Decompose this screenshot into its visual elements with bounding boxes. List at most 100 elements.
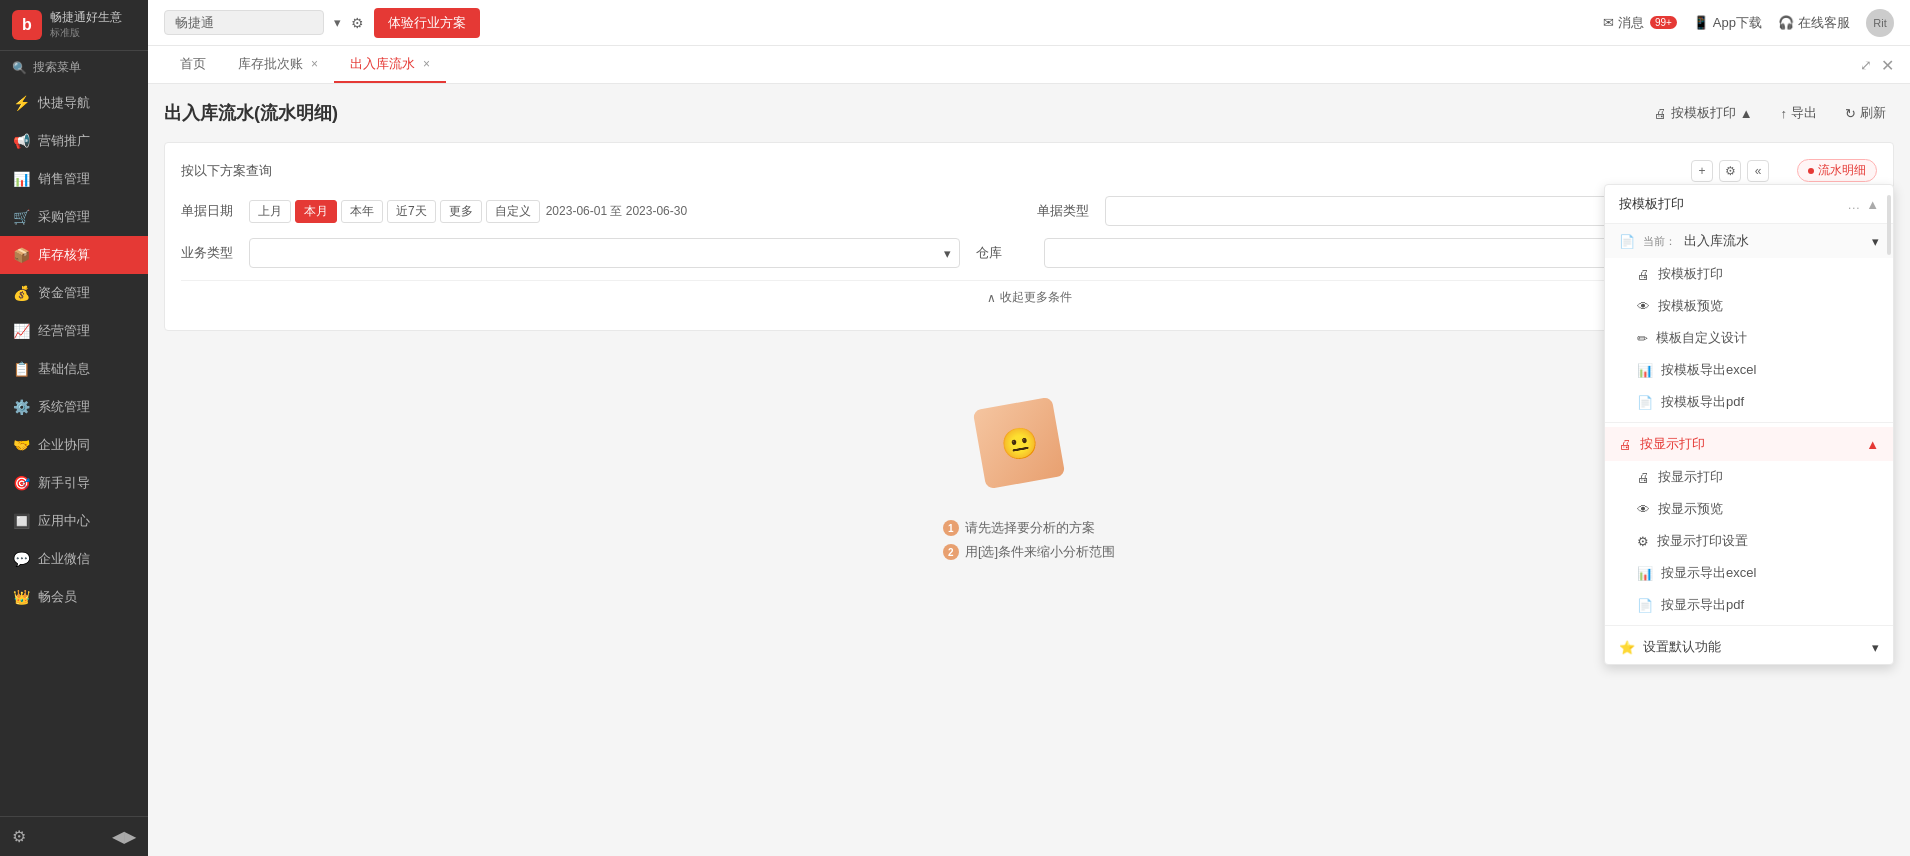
- template-export-excel-label: 按模板导出excel: [1661, 361, 1756, 379]
- chevron-up-icon: ∧: [987, 291, 996, 305]
- sidebar-item-purchase[interactable]: 🛒 采购管理: [0, 198, 148, 236]
- tabs-expand-icon[interactable]: ⤢: [1860, 57, 1872, 73]
- date-range-text: 2023-06-01 至 2023-06-30: [546, 203, 687, 220]
- display-print-header-icon: 🖨: [1619, 437, 1632, 452]
- sidebar-item-finance[interactable]: 💰 资金管理: [0, 274, 148, 312]
- sidebar-label-purchase: 采购管理: [38, 208, 90, 226]
- filter-settings-btn[interactable]: ⚙: [1719, 160, 1741, 182]
- sidebar-item-quick-nav[interactable]: ⚡ 快捷导航: [0, 84, 148, 122]
- dropdown-template-export-pdf[interactable]: 📄 按模板导出pdf: [1605, 386, 1893, 418]
- current-dropdown-arrow[interactable]: ▾: [1872, 234, 1879, 249]
- empty-face-icon: 😐: [998, 423, 1041, 464]
- refresh-icon: ↻: [1845, 106, 1856, 121]
- date-quick-this-month[interactable]: 本月: [295, 200, 337, 223]
- template-excel-icon: 📊: [1637, 363, 1653, 378]
- tab-batch-close[interactable]: ×: [311, 57, 318, 71]
- dropdown-template-preview[interactable]: 👁 按模板预览: [1605, 290, 1893, 322]
- date-quick-last-month[interactable]: 上月: [249, 200, 291, 223]
- dropdown-up-icon[interactable]: ▲: [1866, 197, 1879, 212]
- topbar-left: ▾ ⚙ 体验行业方案: [164, 8, 480, 38]
- dropdown-display-preview[interactable]: 👁 按显示预览: [1605, 493, 1893, 525]
- display-pdf-icon: 📄: [1637, 598, 1653, 613]
- add-icon: +: [1698, 164, 1705, 178]
- search-label: 搜索菜单: [33, 59, 81, 76]
- date-range: 2023-06-01 至 2023-06-30: [546, 203, 687, 220]
- dropdown-display-print-settings[interactable]: ⚙ 按显示打印设置: [1605, 525, 1893, 557]
- sidebar-label-marketing: 营销推广: [38, 132, 90, 150]
- tab-flow-close[interactable]: ×: [423, 57, 430, 71]
- user-name: Rit: [1873, 17, 1886, 29]
- sidebar-item-sales[interactable]: 📊 销售管理: [0, 160, 148, 198]
- sidebar-item-wechat[interactable]: 💬 企业微信: [0, 540, 148, 578]
- dropdown-template-customize[interactable]: ✏ 模板自定义设计: [1605, 322, 1893, 354]
- collapse-sidebar-icon[interactable]: ◀▶: [112, 827, 136, 846]
- sidebar-label-operation: 经营管理: [38, 322, 90, 340]
- system-icon: ⚙️: [12, 399, 30, 415]
- tab-batch[interactable]: 库存批次账 ×: [222, 47, 334, 83]
- filter-add-btn[interactable]: +: [1691, 160, 1713, 182]
- current-value: 出入库流水: [1684, 232, 1749, 250]
- empty-tip-2: 2 用[选]条件来缩小分析范围: [943, 543, 1115, 561]
- filter-tag[interactable]: 流水明细: [1797, 159, 1877, 182]
- dropdown-template-export-excel[interactable]: 📊 按模板导出excel: [1605, 354, 1893, 386]
- sidebar-item-inventory[interactable]: 📦 库存核算: [0, 236, 148, 274]
- dropdown-display-export-pdf[interactable]: 📄 按显示导出pdf: [1605, 589, 1893, 621]
- date-quick-more[interactable]: 更多: [440, 200, 482, 223]
- sidebar-item-collab[interactable]: 🤝 企业协同: [0, 426, 148, 464]
- app-download-btn[interactable]: 📱 App下载: [1693, 14, 1762, 32]
- breadcrumb-input[interactable]: [164, 10, 324, 35]
- dropdown-display-export-excel[interactable]: 📊 按显示导出excel: [1605, 557, 1893, 589]
- settings-bottom-icon[interactable]: ⚙: [12, 827, 26, 846]
- marketing-icon: 📢: [12, 133, 30, 149]
- date-quick-custom[interactable]: 自定义: [486, 200, 540, 223]
- breadcrumb-dropdown-btn[interactable]: ▾: [334, 15, 341, 30]
- date-quick-7days[interactable]: 近7天: [387, 200, 436, 223]
- user-avatar[interactable]: Rit: [1866, 9, 1894, 37]
- print-template-btn[interactable]: 🖨 按模板打印 ▲: [1646, 100, 1761, 126]
- sidebar-logo: b 畅捷通好生意 标准版: [0, 0, 148, 51]
- sidebar-label-inventory: 库存核算: [38, 246, 90, 264]
- export-btn[interactable]: ↑ 导出: [1773, 100, 1826, 126]
- sidebar-item-member[interactable]: 👑 畅会员: [0, 578, 148, 616]
- app-center-icon: 🔲: [12, 513, 30, 529]
- filter-collapse-btn[interactable]: «: [1747, 160, 1769, 182]
- sidebar-search[interactable]: 🔍 搜索菜单: [0, 51, 148, 84]
- wechat-icon: 💬: [12, 551, 30, 567]
- tab-home[interactable]: 首页: [164, 47, 222, 83]
- scrollbar-thumb: [1887, 195, 1891, 255]
- sidebar-item-guide[interactable]: 🎯 新手引导: [0, 464, 148, 502]
- dropdown-scrollbar[interactable]: [1887, 195, 1891, 654]
- business-select[interactable]: ▾: [249, 238, 960, 268]
- dropdown-more-icon[interactable]: …: [1847, 197, 1860, 212]
- refresh-btn[interactable]: ↻ 刷新: [1837, 100, 1894, 126]
- app-name-block: 畅捷通好生意 标准版: [50, 10, 122, 40]
- basic-icon: 📋: [12, 361, 30, 377]
- display-preview-icon: 👁: [1637, 502, 1650, 517]
- sidebar-item-operation[interactable]: 📈 经营管理: [0, 312, 148, 350]
- tab-flow[interactable]: 出入库流水 ×: [334, 47, 446, 83]
- online-service-btn[interactable]: 🎧 在线客服: [1778, 14, 1850, 32]
- template-preview-label: 按模板预览: [1658, 297, 1723, 315]
- dropdown-display-print-header[interactable]: 🖨 按显示打印 ▲: [1605, 427, 1893, 461]
- trial-industry-btn[interactable]: 体验行业方案: [374, 8, 480, 38]
- tabs-close-all-icon[interactable]: ✕: [1881, 55, 1894, 74]
- app-logo-icon: b: [12, 10, 42, 40]
- message-icon: ✉: [1603, 15, 1614, 30]
- date-quick-this-year[interactable]: 本年: [341, 200, 383, 223]
- sidebar-item-app-center[interactable]: 🔲 应用中心: [0, 502, 148, 540]
- current-text: 当前：: [1643, 234, 1676, 249]
- display-print-settings-icon: ⚙: [1637, 534, 1649, 549]
- dropdown-display-print[interactable]: 🖨 按显示打印: [1605, 461, 1893, 493]
- sidebar-item-basic[interactable]: 📋 基础信息: [0, 350, 148, 388]
- display-print-collapse-icon[interactable]: ▲: [1866, 437, 1879, 452]
- collapse-text: 收起更多条件: [1000, 289, 1072, 306]
- dropdown-set-default[interactable]: ⭐ 设置默认功能 ▾: [1605, 630, 1893, 664]
- online-service-label: 在线客服: [1798, 14, 1850, 32]
- sidebar-item-system[interactable]: ⚙️ 系统管理: [0, 388, 148, 426]
- business-dropdown-arrow: ▾: [944, 246, 951, 261]
- dropdown-template-print[interactable]: 🖨 按模板打印: [1605, 258, 1893, 290]
- topbar-gear-btn[interactable]: ⚙: [351, 15, 364, 31]
- sidebar-item-marketing[interactable]: 📢 营销推广: [0, 122, 148, 160]
- sidebar-label-finance: 资金管理: [38, 284, 90, 302]
- message-btn[interactable]: ✉ 消息 99+: [1603, 14, 1677, 32]
